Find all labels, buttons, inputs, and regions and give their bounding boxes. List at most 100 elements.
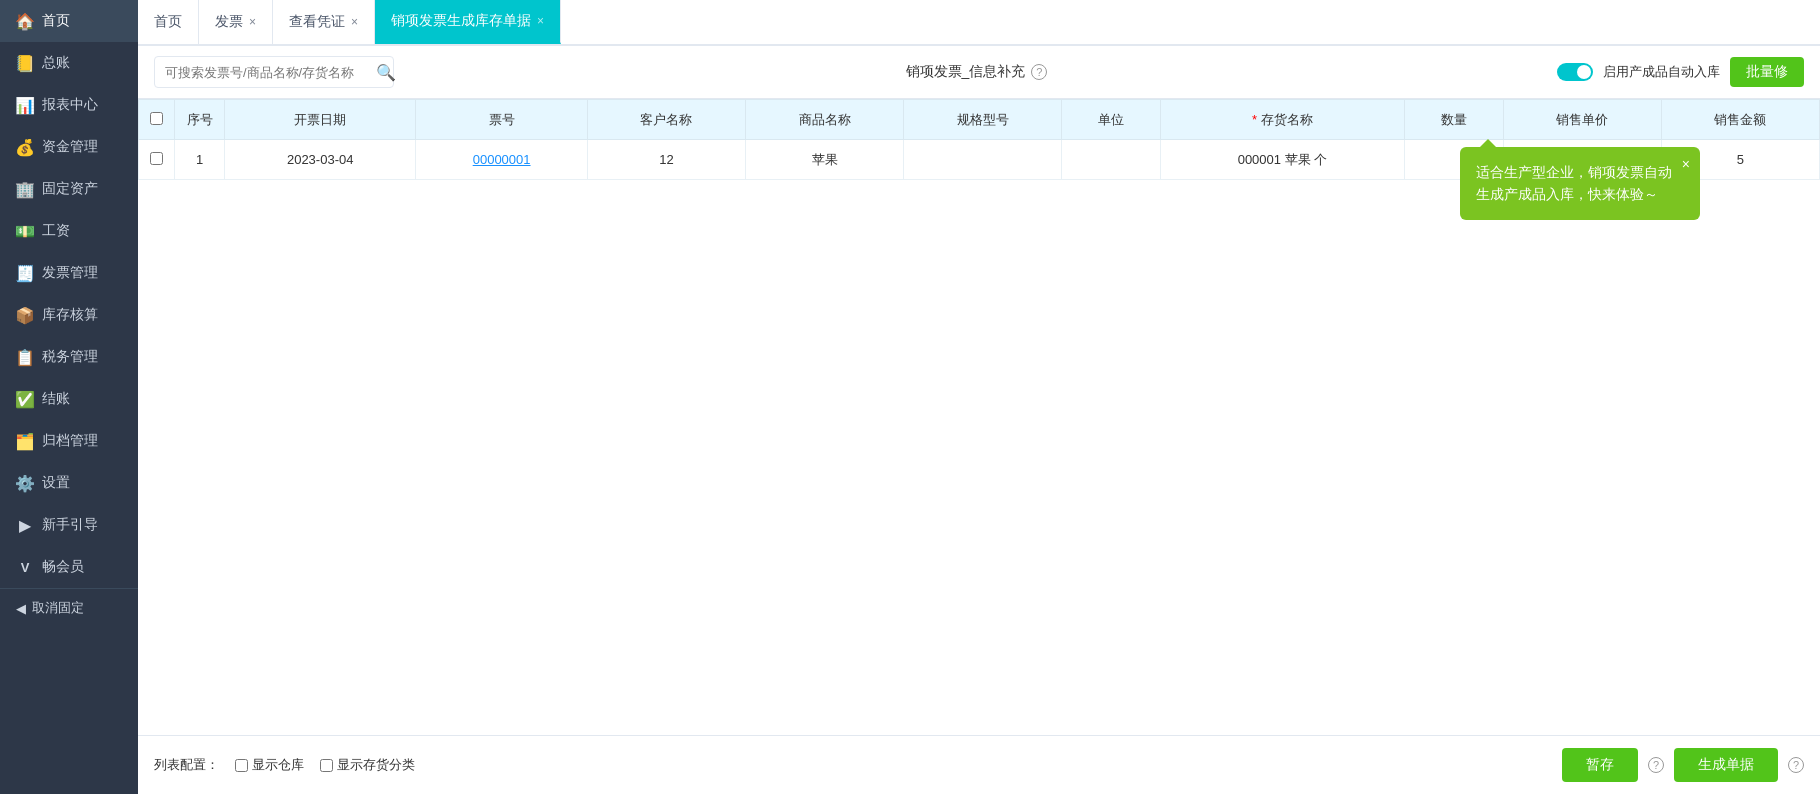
sidebar-item-tax[interactable]: 📋 税务管理 xyxy=(0,336,138,378)
header-seq: 序号 xyxy=(175,100,225,140)
reports-icon: 📊 xyxy=(16,96,34,114)
auto-warehouse-toggle[interactable] xyxy=(1557,63,1593,81)
tab-cancel-invoice-close[interactable]: × xyxy=(537,14,544,28)
home-icon: 🏠 xyxy=(16,12,34,30)
batch-button-label: 批量修 xyxy=(1746,63,1788,79)
tab-voucher-label: 查看凭证 xyxy=(289,13,345,31)
sidebar-item-assets[interactable]: 🏢 固定资产 xyxy=(0,168,138,210)
vip-icon: V xyxy=(16,558,34,576)
toggle-knob xyxy=(1577,65,1591,79)
search-button[interactable]: 🔍 xyxy=(376,63,396,82)
table-wrap: 序号 开票日期 票号 客户名称 商品名称 xyxy=(138,99,1820,735)
archive-icon: 🗂️ xyxy=(16,432,34,450)
tab-voucher[interactable]: 查看凭证 × xyxy=(273,0,375,44)
header-quantity: 数量 xyxy=(1405,100,1504,140)
sidebar-item-settle[interactable]: ✅ 结账 xyxy=(0,378,138,420)
show-warehouse-label: 显示仓库 xyxy=(252,756,304,774)
save-help-icon[interactable]: ? xyxy=(1648,757,1664,773)
sidebar-item-ledger-label: 总账 xyxy=(42,54,70,72)
header-inventory: * 存货名称 xyxy=(1160,100,1404,140)
tooltip-bubble: × 适合生产型企业，销项发票自动生成产成品入库，快来体验～ xyxy=(1460,147,1700,220)
toolbar-right: 启用产成品自动入库 批量修 xyxy=(1557,57,1804,87)
table-header-row: 序号 开票日期 票号 客户名称 商品名称 xyxy=(139,100,1820,140)
content-area: 🔍 销项发票_信息补充 ? 启用产成品自动入库 批量修 xyxy=(138,46,1820,794)
undo-label: 取消固定 xyxy=(32,599,84,617)
funds-icon: 💰 xyxy=(16,138,34,156)
inventory-icon: 📦 xyxy=(16,306,34,324)
sidebar-item-invoices-label: 发票管理 xyxy=(42,264,98,282)
sidebar-item-assets-label: 固定资产 xyxy=(42,180,98,198)
tab-home-label: 首页 xyxy=(154,13,182,31)
bottom-actions: 暂存 ? 生成单据 ? xyxy=(1562,748,1804,782)
undo-fixed-button[interactable]: ◀ 取消固定 xyxy=(0,588,138,627)
sidebar-item-settings[interactable]: ⚙️ 设置 xyxy=(0,462,138,504)
sidebar-item-inventory[interactable]: 📦 库存核算 xyxy=(0,294,138,336)
sidebar-item-guide-label: 新手引导 xyxy=(42,516,98,534)
show-category-checkbox[interactable]: 显示存货分类 xyxy=(320,756,415,774)
bottom-bar: 列表配置： 显示仓库 显示存货分类 暂存 ? 生成单据 ? xyxy=(138,735,1820,794)
header-spec: 规格型号 xyxy=(904,100,1062,140)
sidebar-item-funds-label: 资金管理 xyxy=(42,138,98,156)
sidebar-item-home[interactable]: 🏠 首页 xyxy=(0,0,138,42)
sidebar-item-reports[interactable]: 📊 报表中心 xyxy=(0,84,138,126)
header-date: 开票日期 xyxy=(225,100,416,140)
sidebar-item-tax-label: 税务管理 xyxy=(42,348,98,366)
tab-invoice-close[interactable]: × xyxy=(249,15,256,29)
list-config-label: 列表配置： xyxy=(154,756,219,774)
main-area: 首页 发票 × 查看凭证 × 销项发票生成库存单据 × 🔍 销项发票_信息补充 … xyxy=(138,0,1820,794)
sidebar-item-vip[interactable]: V 畅会员 xyxy=(0,546,138,588)
show-category-input[interactable] xyxy=(320,759,333,772)
row-checkbox-col xyxy=(139,140,175,180)
toggle-label: 启用产成品自动入库 xyxy=(1603,63,1720,81)
header-unit: 单位 xyxy=(1062,100,1161,140)
row-unit xyxy=(1062,140,1161,180)
row-date: 2023-03-04 xyxy=(225,140,416,180)
sidebar: 🏠 首页 📒 总账 📊 报表中心 💰 资金管理 🏢 固定资产 💵 工资 🧾 发票… xyxy=(0,0,138,794)
row-product: 苹果 xyxy=(746,140,904,180)
tab-invoice[interactable]: 发票 × xyxy=(199,0,273,44)
generate-button[interactable]: 生成单据 xyxy=(1674,748,1778,782)
tooltip-close-button[interactable]: × xyxy=(1682,153,1690,175)
sidebar-item-salary[interactable]: 💵 工资 xyxy=(0,210,138,252)
header-checkbox-col xyxy=(139,100,175,140)
tab-voucher-close[interactable]: × xyxy=(351,15,358,29)
sidebar-item-ledger[interactable]: 📒 总账 xyxy=(0,42,138,84)
toolbar-left: 🔍 xyxy=(154,56,396,88)
save-button[interactable]: 暂存 xyxy=(1562,748,1638,782)
tab-bar: 首页 发票 × 查看凭证 × 销项发票生成库存单据 × xyxy=(138,0,1820,46)
sidebar-item-settle-label: 结账 xyxy=(42,390,70,408)
invoices-icon: 🧾 xyxy=(16,264,34,282)
sidebar-item-home-label: 首页 xyxy=(42,12,70,30)
guide-icon: ▶ xyxy=(16,516,34,534)
generate-help-icon[interactable]: ? xyxy=(1788,757,1804,773)
row-number[interactable]: 00000001 xyxy=(416,140,588,180)
row-checkbox[interactable] xyxy=(150,152,163,165)
row-inventory[interactable]: 000001 苹果 个 xyxy=(1160,140,1404,180)
sidebar-item-invoices[interactable]: 🧾 发票管理 xyxy=(0,252,138,294)
sidebar-item-settings-label: 设置 xyxy=(42,474,70,492)
sidebar-item-guide[interactable]: ▶ 新手引导 xyxy=(0,504,138,546)
salary-icon: 💵 xyxy=(16,222,34,240)
save-button-label: 暂存 xyxy=(1586,756,1614,772)
search-input[interactable] xyxy=(154,56,394,88)
header-amount: 销售金额 xyxy=(1661,100,1819,140)
tooltip-text: 适合生产型企业，销项发票自动生成产成品入库，快来体验～ xyxy=(1476,164,1672,202)
sidebar-item-funds[interactable]: 💰 资金管理 xyxy=(0,126,138,168)
select-all-checkbox[interactable] xyxy=(150,112,163,125)
info-help-icon[interactable]: ? xyxy=(1031,64,1047,80)
row-seq: 1 xyxy=(175,140,225,180)
batch-button[interactable]: 批量修 xyxy=(1730,57,1804,87)
tab-home[interactable]: 首页 xyxy=(138,0,199,44)
sidebar-item-inventory-label: 库存核算 xyxy=(42,306,98,324)
settings-icon: ⚙️ xyxy=(16,474,34,492)
sidebar-item-archive[interactable]: 🗂️ 归档管理 xyxy=(0,420,138,462)
tab-cancel-invoice[interactable]: 销项发票生成库存单据 × xyxy=(375,0,561,44)
tax-icon: 📋 xyxy=(16,348,34,366)
assets-icon: 🏢 xyxy=(16,180,34,198)
header-number: 票号 xyxy=(416,100,588,140)
show-warehouse-input[interactable] xyxy=(235,759,248,772)
sidebar-item-reports-label: 报表中心 xyxy=(42,96,98,114)
show-warehouse-checkbox[interactable]: 显示仓库 xyxy=(235,756,304,774)
ledger-icon: 📒 xyxy=(16,54,34,72)
row-spec xyxy=(904,140,1062,180)
